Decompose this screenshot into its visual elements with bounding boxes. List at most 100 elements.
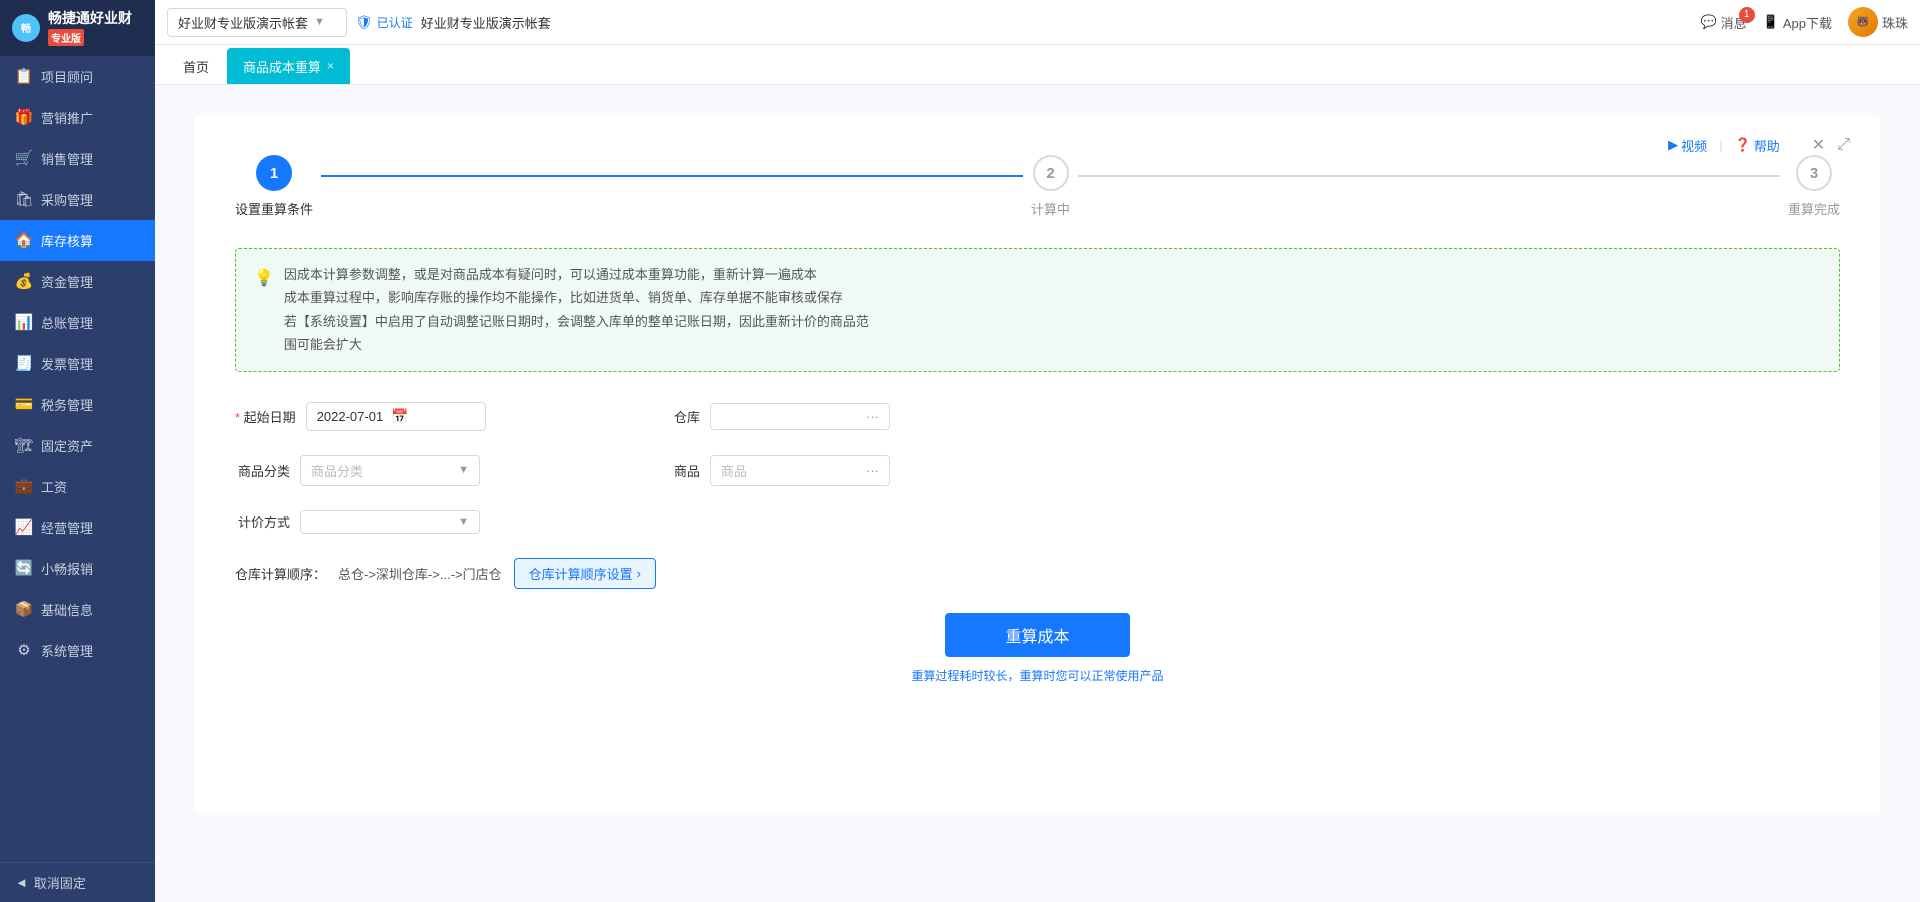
verified-badge: 🛡 已认证 — [355, 14, 413, 31]
sidebar-item-label: 项目顾问 — [41, 67, 93, 86]
logo-icon: 畅 — [12, 14, 40, 42]
sidebar-item-invoice[interactable]: 🧾 发票管理 — [0, 343, 155, 384]
close-button[interactable]: ✕ — [1812, 135, 1825, 155]
triangle-icon: ◄ — [15, 875, 28, 890]
app-download-button[interactable]: 📱 App下载 — [1763, 13, 1832, 32]
message-icon: 💬 — [1700, 14, 1716, 30]
info-line-1: 因成本计算参数调整，或是对商品成本有疑问时，可以通过成本重算功能，重新计算一遍成… — [284, 263, 869, 286]
calc-order-settings-button[interactable]: 仓库计算顺序设置 › — [514, 558, 656, 589]
sidebar-item-label: 经营管理 — [41, 518, 93, 537]
goods-input[interactable]: 商品 ··· — [710, 455, 890, 486]
info-box: 💡 因成本计算参数调整，或是对商品成本有疑问时，可以通过成本重算功能，重新计算一… — [235, 248, 1840, 372]
mobile-icon: 📱 — [1763, 14, 1779, 30]
basic-icon: 📦 — [15, 600, 33, 618]
sidebar-item-assets[interactable]: 🏗 固定资产 — [0, 425, 155, 466]
warning-icon: 💡 — [254, 265, 274, 357]
chevron-down-icon: ▼ — [458, 464, 469, 476]
app-download-label: App下载 — [1783, 13, 1832, 32]
step-1-circle: 1 — [256, 155, 292, 191]
step-3-circle: 3 — [1796, 155, 1832, 191]
step-3: 3 重算完成 — [1788, 155, 1840, 218]
sidebar-item-label: 资金管理 — [41, 272, 93, 291]
sidebar-item-tax[interactable]: 💳 税务管理 — [0, 384, 155, 425]
step-3-label: 重算完成 — [1788, 199, 1840, 218]
pricing-field: 计价方式 ▼ — [235, 510, 585, 534]
step-1: 1 设置重算条件 — [235, 155, 313, 218]
topbar-left: 好业财专业版演示帐套 ▼ 🛡 已认证 好业财专业版演示帐套 — [167, 8, 1690, 37]
sidebar-item-expense[interactable]: 🔄 小畅报销 — [0, 548, 155, 589]
warehouse-input[interactable]: ··· — [710, 403, 890, 430]
verified-text: 已认证 — [377, 14, 413, 31]
tab-close-button[interactable]: × — [327, 59, 334, 73]
sidebar-item-system[interactable]: ⚙ 系统管理 — [0, 630, 155, 671]
sidebar-item-project[interactable]: 📋 项目顾问 — [0, 56, 155, 97]
unpin-label: 取消固定 — [34, 873, 86, 892]
user-menu[interactable]: 🐻 珠珠 — [1848, 7, 1908, 37]
sidebar-item-label: 系统管理 — [41, 641, 93, 660]
sidebar-item-inventory[interactable]: 🏠 库存核算 — [0, 220, 155, 261]
submit-hint: 重算过程耗时较长，重算时您可以正常使用产品 — [911, 667, 1163, 684]
goods-placeholder: 商品 — [721, 461, 747, 480]
message-button[interactable]: 💬 消息 1 — [1700, 13, 1746, 32]
video-label: 视频 — [1681, 136, 1707, 155]
info-line-4: 围可能会扩大 — [284, 333, 869, 356]
main-area: 好业财专业版演示帐套 ▼ 🛡 已认证 好业财专业版演示帐套 💬 消息 1 📱 A… — [155, 0, 1920, 902]
pricing-select[interactable]: ▼ — [300, 510, 480, 534]
sidebar-item-label: 总账管理 — [41, 313, 93, 332]
step-1-label: 设置重算条件 — [235, 199, 313, 218]
home-tab-label: 首页 — [183, 57, 209, 76]
purchase-icon: 🛍 — [15, 190, 33, 208]
sidebar-scroll: 📋 项目顾问 🎁 营销推广 🛒 销售管理 🛍 采购管理 🏠 库存核算 💰 资金管… — [0, 56, 155, 862]
sidebar-item-marketing[interactable]: 🎁 营销推广 — [0, 97, 155, 138]
sidebar-item-salary[interactable]: 💼 工资 — [0, 466, 155, 507]
tab-cost-recalc[interactable]: 商品成本重算 × — [227, 48, 350, 84]
calc-order-arrow-icon: › — [637, 566, 641, 581]
unpin-button[interactable]: ◄ 取消固定 — [0, 862, 155, 902]
sidebar-item-sales[interactable]: 🛒 销售管理 — [0, 138, 155, 179]
account-selector[interactable]: 好业财专业版演示帐套 ▼ — [167, 8, 347, 37]
form-row-2: 商品分类 商品分类 ▼ 商品 商品 ··· — [235, 455, 1840, 486]
content-panel: ▶ 视频 | ❓ 帮助 ✕ ⤢ 1 设置重算条件 2 — [195, 115, 1880, 815]
expand-button[interactable]: ⤢ — [1837, 136, 1850, 154]
category-label: 商品分类 — [235, 461, 290, 480]
sidebar-item-label: 税务管理 — [41, 395, 93, 414]
more-icon: ··· — [866, 409, 879, 424]
sidebar-header: 畅 畅捷通好业财 专业版 — [0, 0, 155, 56]
system-icon: ⚙ — [15, 641, 33, 659]
sidebar-item-accounting[interactable]: 📊 总账管理 — [0, 302, 155, 343]
more-icon: ··· — [866, 463, 879, 478]
tax-icon: 💳 — [15, 395, 33, 413]
goods-field: 商品 商品 ··· — [645, 455, 995, 486]
account-selector-text: 好业财专业版演示帐套 — [178, 13, 308, 32]
sidebar-item-basic[interactable]: 📦 基础信息 — [0, 589, 155, 630]
user-name: 珠珠 — [1882, 13, 1908, 32]
chevron-down-icon: ▼ — [314, 16, 325, 28]
expense-icon: 🔄 — [15, 559, 33, 577]
edition-badge: 专业版 — [48, 29, 84, 46]
recalculate-button[interactable]: 重算成本 — [945, 613, 1129, 657]
stepper: 1 设置重算条件 2 计算中 3 重算完成 — [235, 145, 1840, 218]
calc-order-value: 总仓->深圳仓库->...->门店仓 — [338, 564, 502, 583]
accounting-icon: 📊 — [15, 313, 33, 331]
category-select[interactable]: 商品分类 ▼ — [300, 455, 480, 486]
app-title: 畅捷通好业财 — [48, 10, 132, 27]
assets-icon: 🏗 — [15, 436, 33, 454]
calc-order-row: 仓库计算顺序： 总仓->深圳仓库->...->门店仓 仓库计算顺序设置 › — [235, 558, 1840, 589]
topbar-right: 💬 消息 1 📱 App下载 🐻 珠珠 — [1700, 7, 1908, 37]
start-date-input[interactable]: 2022-07-01 📅 — [306, 402, 486, 431]
calc-order-btn-label: 仓库计算顺序设置 — [529, 564, 633, 583]
sidebar-item-finance[interactable]: 💰 资金管理 — [0, 261, 155, 302]
video-button[interactable]: ▶ 视频 — [1668, 136, 1707, 155]
sidebar-item-operations[interactable]: 📈 经营管理 — [0, 507, 155, 548]
step-2: 2 计算中 — [1031, 155, 1070, 218]
active-tab-label: 商品成本重算 — [243, 57, 321, 76]
help-label: 帮助 — [1754, 136, 1780, 155]
invoice-icon: 🧾 — [15, 354, 33, 372]
help-button[interactable]: ❓ 帮助 — [1735, 136, 1780, 155]
form-row-3: 计价方式 ▼ — [235, 510, 1840, 534]
sidebar-item-purchase[interactable]: 🛍 采购管理 — [0, 179, 155, 220]
sidebar-item-label: 营销推广 — [41, 108, 93, 127]
tab-home[interactable]: 首页 — [167, 48, 225, 84]
warehouse-field: 仓库 ··· — [645, 403, 995, 430]
shield-icon: 🛡 — [355, 14, 373, 31]
